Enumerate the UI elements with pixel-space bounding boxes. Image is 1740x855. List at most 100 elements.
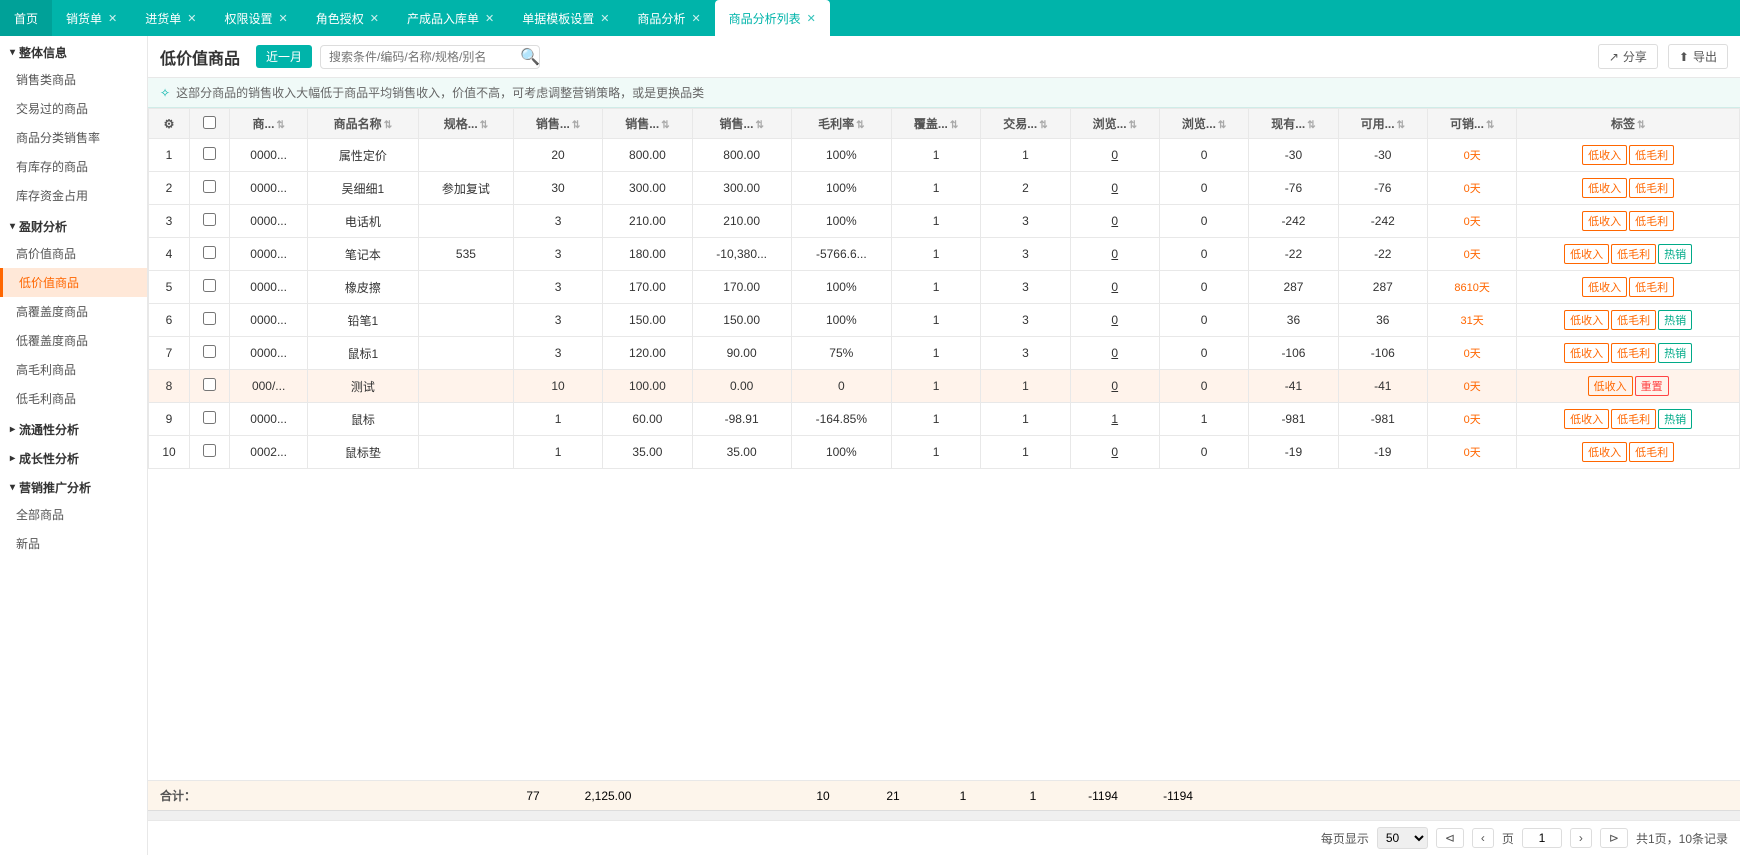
close-goods-analysis-icon[interactable]: ✕ <box>691 12 700 25</box>
view1-link[interactable]: 0 <box>1111 247 1118 261</box>
sidebar-group-financial[interactable]: ▾ 盈财分析 <box>0 210 147 239</box>
row-spec <box>418 271 513 304</box>
row-num: 1 <box>149 139 190 172</box>
col-name[interactable]: 商品名称⇅ <box>307 109 418 139</box>
export-button[interactable]: ⬆ 导出 <box>1668 44 1728 69</box>
row-view1[interactable]: 0 <box>1070 205 1159 238</box>
nav-sales[interactable]: 销货单 ✕ <box>52 0 131 36</box>
sidebar-item-low-coverage[interactable]: 低覆盖度商品 <box>0 326 147 355</box>
row-checkbox[interactable] <box>203 246 216 259</box>
row-view1[interactable]: 1 <box>1070 403 1159 436</box>
nav-home[interactable]: 首页 <box>0 0 52 36</box>
per-page-select[interactable]: 50 100 200 <box>1377 827 1428 849</box>
row-checkbox[interactable] <box>203 444 216 457</box>
close-role-icon[interactable]: ✕ <box>370 12 379 25</box>
row-checkbox[interactable] <box>203 213 216 226</box>
sidebar-item-new-goods[interactable]: 新品 <box>0 529 147 558</box>
next-page-button[interactable]: › <box>1570 828 1592 848</box>
row-view1[interactable]: 0 <box>1070 139 1159 172</box>
col-current[interactable]: 现有...⇅ <box>1249 109 1338 139</box>
col-spec[interactable]: 规格...⇅ <box>418 109 513 139</box>
sidebar-group-marketing[interactable]: ▾ 营销推广分析 <box>0 471 147 500</box>
row-view1[interactable]: 0 <box>1070 304 1159 337</box>
tag-badge: 低收入 <box>1582 211 1627 231</box>
close-purchase-icon[interactable]: ✕ <box>187 12 196 25</box>
row-view1[interactable]: 0 <box>1070 337 1159 370</box>
view1-link[interactable]: 1 <box>1111 412 1118 426</box>
row-checkbox[interactable] <box>203 147 216 160</box>
sidebar-item-sales-goods[interactable]: 销售类商品 <box>0 65 147 94</box>
col-saleable[interactable]: 可销...⇅ <box>1427 109 1516 139</box>
row-view1[interactable]: 0 <box>1070 271 1159 304</box>
view1-link[interactable]: 0 <box>1111 379 1118 393</box>
view1-link[interactable]: 0 <box>1111 346 1118 360</box>
row-checkbox[interactable] <box>203 411 216 424</box>
row-view1[interactable]: 0 <box>1070 370 1159 403</box>
row-code: 0000... <box>230 304 307 337</box>
row-view1[interactable]: 0 <box>1070 172 1159 205</box>
sidebar-group-overall[interactable]: ▾ 整体信息 <box>0 36 147 65</box>
col-tags[interactable]: 标签⇅ <box>1517 109 1740 139</box>
prev-page-button[interactable]: ‹ <box>1472 828 1494 848</box>
close-permission-icon[interactable]: ✕ <box>279 12 288 25</box>
row-checkbox[interactable] <box>203 345 216 358</box>
row-checkbox[interactable] <box>203 312 216 325</box>
sidebar-item-low-value[interactable]: 低价值商品 <box>0 268 147 297</box>
col-sales-amt[interactable]: 销售...⇅ <box>603 109 692 139</box>
col-margin[interactable]: 毛利率⇅ <box>791 109 891 139</box>
col-available[interactable]: 可用...⇅ <box>1338 109 1427 139</box>
row-checkbox[interactable] <box>203 180 216 193</box>
row-checkbox[interactable] <box>203 378 216 391</box>
view1-link[interactable]: 0 <box>1111 148 1118 162</box>
search-button[interactable]: 🔍 <box>520 47 540 67</box>
row-view1[interactable]: 0 <box>1070 436 1159 469</box>
col-sales-avg[interactable]: 销售...⇅ <box>692 109 791 139</box>
first-page-button[interactable]: ⊲ <box>1436 828 1464 848</box>
footer-coverage: 10 <box>788 789 858 803</box>
col-coverage[interactable]: 覆盖...⇅ <box>891 109 980 139</box>
col-view2[interactable]: 浏览...⇅ <box>1159 109 1248 139</box>
btn-recent-month[interactable]: 近一月 <box>256 45 312 68</box>
sidebar-item-all-goods[interactable]: 全部商品 <box>0 500 147 529</box>
close-goods-analysis-list-icon[interactable]: ✕ <box>807 12 816 25</box>
table-scroll[interactable] <box>148 810 1740 820</box>
sidebar-item-high-margin[interactable]: 高毛利商品 <box>0 355 147 384</box>
col-sales-qty[interactable]: 销售...⇅ <box>513 109 602 139</box>
view1-link[interactable]: 0 <box>1111 280 1118 294</box>
nav-goods-analysis[interactable]: 商品分析 ✕ <box>623 0 714 36</box>
col-settings[interactable]: ⚙ <box>149 109 190 139</box>
nav-purchase[interactable]: 进货单 ✕ <box>131 0 210 36</box>
col-view1[interactable]: 浏览...⇅ <box>1070 109 1159 139</box>
sidebar-item-stock-goods[interactable]: 有库存的商品 <box>0 152 147 181</box>
search-input[interactable] <box>320 45 540 69</box>
col-code[interactable]: 商...⇅ <box>230 109 307 139</box>
sidebar-item-category-sales-rate[interactable]: 商品分类销售率 <box>0 123 147 152</box>
select-all-checkbox[interactable] <box>203 116 216 129</box>
sidebar-item-high-value[interactable]: 高价值商品 <box>0 239 147 268</box>
nav-role[interactable]: 角色授权 ✕ <box>302 0 393 36</box>
sidebar-item-high-coverage[interactable]: 高覆盖度商品 <box>0 297 147 326</box>
col-trade[interactable]: 交易...⇅ <box>981 109 1070 139</box>
table-row: 40000...笔记本5353180.00-10,380...-5766.6..… <box>149 238 1740 271</box>
view1-link[interactable]: 0 <box>1111 181 1118 195</box>
share-button[interactable]: ↗ 分享 <box>1598 44 1658 69</box>
view1-link[interactable]: 0 <box>1111 214 1118 228</box>
close-product-inbound-icon[interactable]: ✕ <box>485 12 494 25</box>
close-template-icon[interactable]: ✕ <box>600 12 609 25</box>
view1-link[interactable]: 0 <box>1111 313 1118 327</box>
nav-template[interactable]: 单据模板设置 ✕ <box>508 0 623 36</box>
sidebar-item-traded-goods[interactable]: 交易过的商品 <box>0 94 147 123</box>
sidebar-group-growth[interactable]: ▸ 成长性分析 <box>0 442 147 471</box>
nav-permission[interactable]: 权限设置 ✕ <box>210 0 301 36</box>
page-input[interactable] <box>1522 828 1562 848</box>
row-view1[interactable]: 0 <box>1070 238 1159 271</box>
sidebar-group-liquidity[interactable]: ▸ 流通性分析 <box>0 413 147 442</box>
row-checkbox[interactable] <box>203 279 216 292</box>
last-page-button[interactable]: ⊳ <box>1600 828 1628 848</box>
nav-product-inbound[interactable]: 产成品入库单 ✕ <box>393 0 508 36</box>
close-sales-icon[interactable]: ✕ <box>108 12 117 25</box>
sidebar-item-stock-capital[interactable]: 库存资金占用 <box>0 181 147 210</box>
view1-link[interactable]: 0 <box>1111 445 1118 459</box>
sidebar-item-low-margin[interactable]: 低毛利商品 <box>0 384 147 413</box>
nav-goods-analysis-list[interactable]: 商品分析列表 ✕ <box>715 0 830 36</box>
